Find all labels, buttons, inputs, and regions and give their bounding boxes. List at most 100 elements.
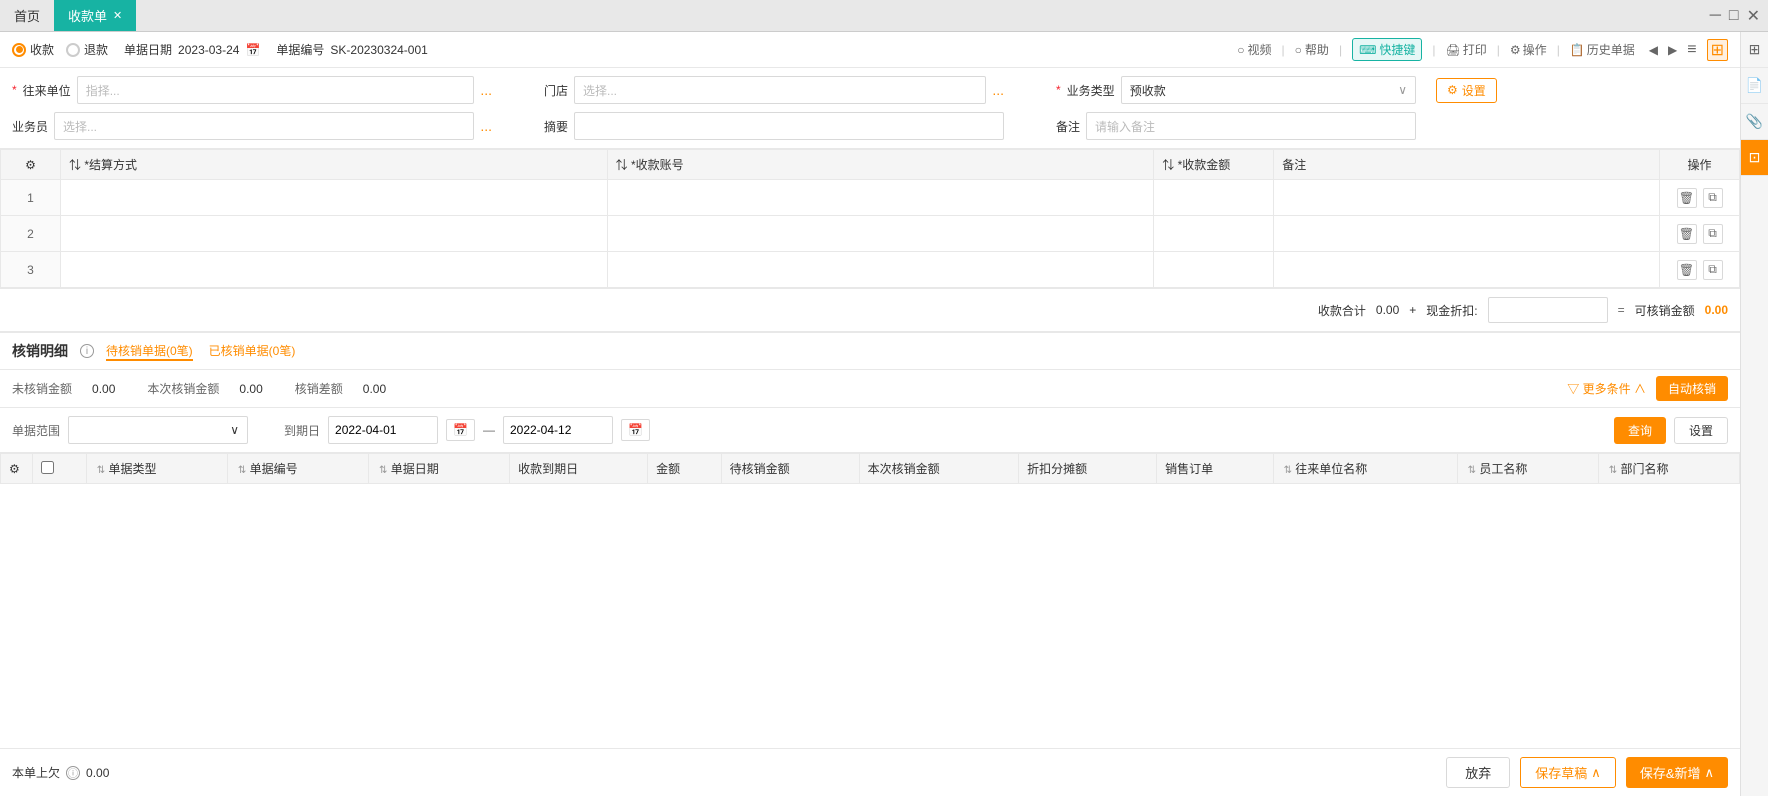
remark-cell-1[interactable] (1274, 180, 1660, 216)
end-calendar-icon[interactable]: 📅 (621, 419, 650, 441)
delete-btn-3[interactable]: 🗑 (1677, 260, 1697, 280)
sidebar-attach-icon[interactable]: 📎 (1741, 104, 1768, 140)
more-conditions-btn[interactable]: ▽ 更多条件 ∧ (1567, 380, 1646, 397)
keyboard-icon: ⌨ (1359, 43, 1376, 57)
amount-cell-1[interactable] (1154, 180, 1274, 216)
history-btn[interactable]: 📋 历史单据 (1570, 41, 1635, 58)
salesman-more-icon[interactable]: ... (480, 118, 492, 134)
th-employee-sort[interactable]: ⇅ (1468, 465, 1476, 476)
filter-settings-button[interactable]: 设置 (1674, 417, 1728, 444)
th-settle-label: *结算方式 (84, 158, 137, 172)
tab-close-icon[interactable]: ✕ (113, 9, 122, 22)
sidebar-scan-icon[interactable]: ⊡ (1741, 140, 1768, 176)
salesman-placeholder: 选择... (63, 118, 97, 135)
done-tab[interactable]: 已核销单据(0笔) (209, 342, 296, 361)
minimize-icon[interactable]: ─ (1710, 7, 1721, 25)
receipt-radio[interactable]: 收款 (12, 41, 54, 58)
remark-cell-2[interactable] (1274, 216, 1660, 252)
copy-btn-1[interactable]: ⧉ (1703, 188, 1723, 208)
sidebar-table-icon[interactable]: ⊞ (1741, 32, 1768, 68)
due-date-end-input[interactable] (503, 416, 613, 444)
th-doc-type-sort[interactable]: ⇅ (97, 465, 105, 476)
current-verif-label: 本次核销金额 (147, 380, 219, 397)
th-current-verif-col: 本次核销金额 (859, 454, 1019, 484)
auto-verify-btn[interactable]: 自动核销 (1656, 376, 1728, 401)
account-cell-2[interactable] (607, 216, 1154, 252)
remark-input[interactable]: 请输入备注 (1086, 112, 1416, 140)
th-due-date-col: 收款到期日 (510, 454, 648, 484)
settle-cell-1[interactable] (61, 180, 608, 216)
list-view-icon[interactable]: ≡ (1687, 41, 1696, 59)
discard-button[interactable]: 放弃 (1446, 757, 1510, 788)
tab-home[interactable]: 首页 (0, 0, 54, 31)
table-settings-icon2[interactable]: ⚙ (9, 462, 20, 476)
range-select[interactable]: ∨ (68, 416, 248, 444)
store-more-icon[interactable]: ... (992, 82, 1004, 98)
save-new-button[interactable]: 保存&新增 ∧ (1626, 757, 1728, 788)
business-type-select[interactable]: 预收款 ∨ (1121, 76, 1416, 104)
start-calendar-icon[interactable]: 📅 (446, 419, 475, 441)
prev-info-icon[interactable]: ⓘ (66, 766, 80, 780)
nav-left-icon[interactable]: ◀ (1649, 43, 1658, 57)
counterpart-input[interactable]: 指择... (77, 76, 475, 104)
settle-cell-2[interactable] (61, 216, 608, 252)
th-amount-sort[interactable]: ⇅ (1162, 158, 1174, 172)
remark-cell-3[interactable] (1274, 252, 1660, 288)
verification-section: 核销明细 i 待核销单据(0笔) 已核销单据(0笔) 未核销金额 0.00 本次… (0, 331, 1740, 748)
th-doc-date-sort[interactable]: ⇅ (379, 465, 387, 476)
verification-info-icon[interactable]: i (80, 344, 94, 358)
delete-btn-1[interactable]: 🗑 (1677, 188, 1697, 208)
video-btn[interactable]: ○ 视频 (1237, 41, 1271, 58)
copy-btn-2[interactable]: ⧉ (1703, 224, 1723, 244)
th-counterpart-sort[interactable]: ⇅ (1284, 465, 1292, 476)
refund-radio-label: 退款 (84, 41, 108, 58)
th-doc-date-label: 单据日期 (391, 462, 439, 476)
table-gear-header[interactable]: ⚙ (1, 150, 61, 180)
save-draft-button[interactable]: 保存草稿 ∧ (1520, 757, 1616, 788)
counterpart-more-icon[interactable]: ... (480, 82, 492, 98)
refund-radio[interactable]: 退款 (66, 41, 108, 58)
amount-cell-2[interactable] (1154, 216, 1274, 252)
pending-tab[interactable]: 待核销单据(0笔) (106, 342, 193, 361)
filter-row: 单据范围 ∨ 到期日 2022-04-01 📅 — 📅 查询 (0, 408, 1740, 453)
gear-icon: ⚙ (1447, 83, 1458, 97)
shortcut-btn[interactable]: ⌨ 快捷键 (1352, 38, 1422, 61)
th-doc-date: ⇅ 单据日期 (368, 454, 509, 484)
close-window-icon[interactable]: ✕ (1747, 6, 1760, 26)
discount-input[interactable] (1488, 297, 1608, 323)
th-doc-no-sort[interactable]: ⇅ (238, 465, 246, 476)
account-cell-3[interactable] (607, 252, 1154, 288)
settings-button[interactable]: ⚙ 设置 (1436, 78, 1497, 103)
counterpart-req: * (12, 83, 17, 97)
store-label: 门店 (544, 82, 568, 99)
delete-btn-2[interactable]: 🗑 (1677, 224, 1697, 244)
th-settle-sort[interactable]: ⇅ (69, 158, 81, 172)
sidebar-document-icon[interactable]: 📄 (1741, 68, 1768, 104)
maximize-icon[interactable]: □ (1729, 7, 1739, 25)
print-btn[interactable]: 🖨 打印 (1446, 41, 1487, 58)
tab-bar-right: ─ □ ✕ (1710, 6, 1768, 26)
th-account-sort[interactable]: ⇅ (616, 158, 628, 172)
account-cell-1[interactable] (607, 180, 1154, 216)
summary-input[interactable] (574, 112, 1004, 140)
th-dept-col: ⇅ 部门名称 (1598, 454, 1739, 484)
due-date-start-input[interactable] (328, 416, 438, 444)
salesman-input[interactable]: 选择... (54, 112, 474, 140)
plus-sign: + (1409, 303, 1416, 317)
store-input[interactable]: 选择... (574, 76, 986, 104)
help-btn[interactable]: ○ 帮助 (1295, 41, 1329, 58)
amount-cell-3[interactable] (1154, 252, 1274, 288)
tab-receipt[interactable]: 收款单 ✕ (54, 0, 136, 31)
select-all-checkbox[interactable] (41, 461, 54, 474)
grid-view-icon[interactable]: ⊞ (1707, 39, 1728, 61)
range-label: 单据范围 (12, 422, 60, 439)
query-button[interactable]: 查询 (1614, 417, 1666, 444)
bill-date-calendar-icon[interactable]: 📅 (245, 43, 260, 57)
settle-cell-3[interactable] (61, 252, 608, 288)
verification-title: 核销明细 (12, 341, 68, 361)
bill-date-label: 单据日期 (124, 41, 172, 58)
nav-right-icon[interactable]: ▶ (1668, 43, 1677, 57)
copy-btn-3[interactable]: ⧉ (1703, 260, 1723, 280)
operation-btn[interactable]: ⚙ 操作 (1510, 41, 1547, 58)
th-dept-sort[interactable]: ⇅ (1609, 465, 1617, 476)
